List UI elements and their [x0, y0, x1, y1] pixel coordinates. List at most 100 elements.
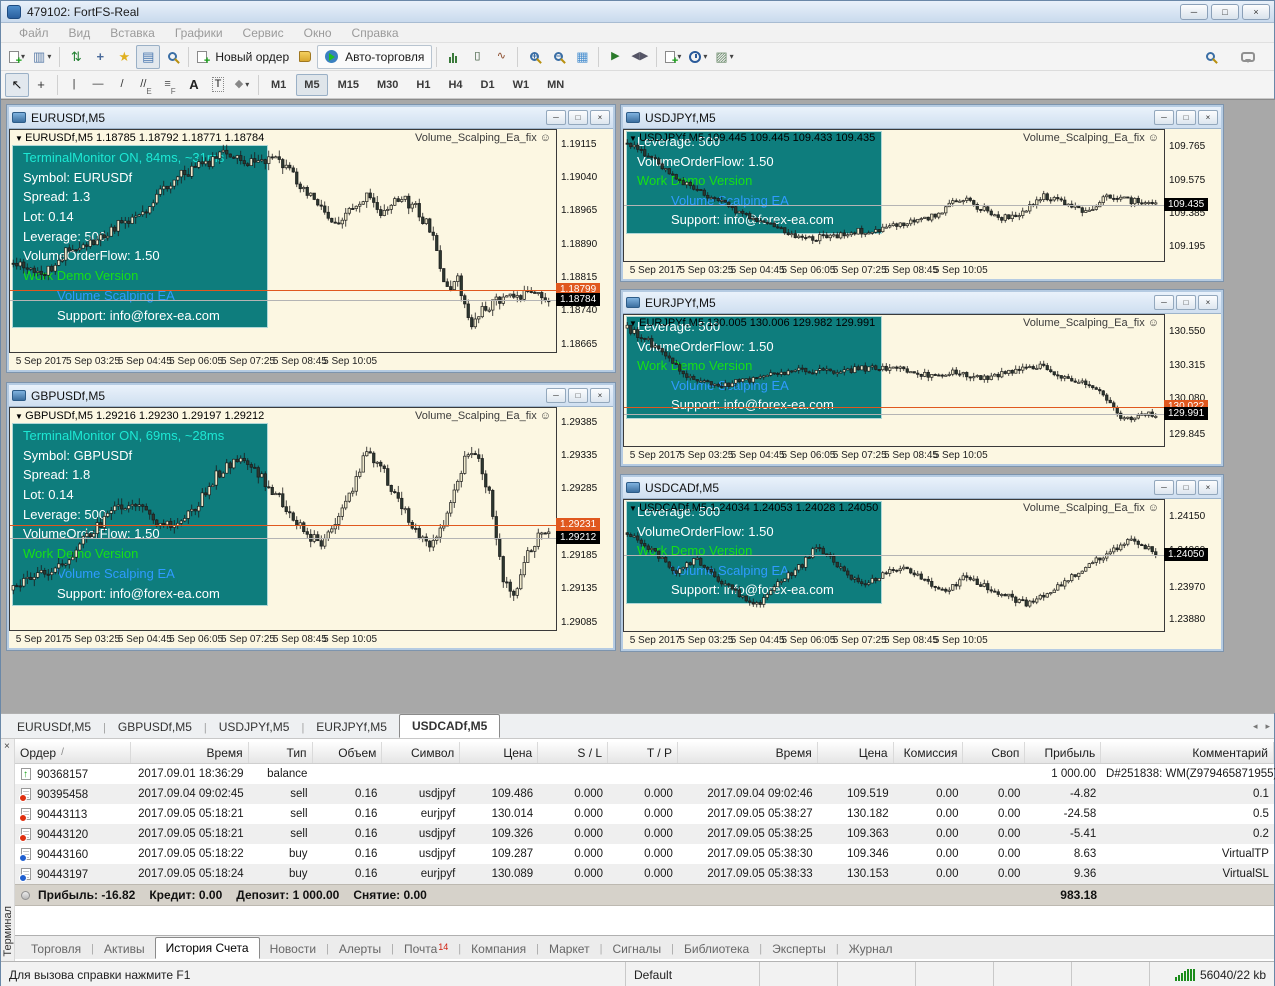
data-window-button[interactable]: +: [88, 45, 112, 69]
chart-minimize-button[interactable]: ─: [1154, 110, 1174, 125]
timeframe-button-H1[interactable]: H1: [408, 74, 438, 96]
chart-restore-button[interactable]: □: [1176, 110, 1196, 125]
chart-minimize-button[interactable]: ─: [546, 110, 566, 125]
window-close-button[interactable]: ×: [1242, 3, 1270, 20]
chart-minimize-button[interactable]: ─: [546, 388, 566, 403]
timeframe-button-M5[interactable]: M5: [296, 73, 328, 96]
crosshair-button[interactable]: +: [29, 73, 53, 97]
terminal-tab-Активы[interactable]: Активы: [94, 939, 155, 959]
new-chart-button[interactable]: ▾: [5, 45, 29, 69]
chart-window-titlebar[interactable]: USDCADf,M5 ─ □ ×: [623, 477, 1221, 499]
menu-item-Сервис[interactable]: Сервис: [233, 24, 294, 42]
column-header-time2[interactable]: Время: [678, 742, 818, 763]
menu-item-Файл[interactable]: Файл: [9, 24, 59, 42]
column-header-swap[interactable]: Своп: [963, 742, 1026, 763]
terminal-tab-Новости[interactable]: Новости: [260, 939, 326, 959]
chart-window-titlebar[interactable]: USDJPYf,M5 ─ □ ×: [623, 107, 1221, 129]
chart-close-button[interactable]: ×: [1198, 480, 1218, 495]
column-header-order[interactable]: Ордер /: [15, 742, 131, 763]
timeframe-button-M30[interactable]: M30: [369, 74, 406, 96]
chart-shift-button[interactable]: ◀▶: [627, 45, 652, 69]
new-order-button[interactable]: Новый ордер: [193, 45, 293, 69]
chart-restore-button[interactable]: □: [1176, 480, 1196, 495]
column-header-sl[interactable]: S / L: [538, 742, 609, 763]
chart-tabs-scroll-left[interactable]: ◂: [1253, 721, 1258, 732]
chart-close-button[interactable]: ×: [590, 110, 610, 125]
window-restore-button[interactable]: □: [1211, 3, 1239, 20]
text-label-button[interactable]: T: [206, 73, 230, 97]
menu-item-Графики[interactable]: Графики: [165, 24, 233, 42]
chart-plot-area[interactable]: TerminalMonitor ON, 69ms, ~28ms Symbol: G…: [9, 407, 557, 631]
chart-window-titlebar[interactable]: EURJPYf,M5 ─ □ ×: [623, 292, 1221, 314]
timeframe-button-W1[interactable]: W1: [505, 74, 538, 96]
history-row[interactable]: 90443120 2017.09.05 05:18:21 sell 0.16 usdjp…: [15, 824, 1274, 844]
chart-minimize-button[interactable]: ─: [1154, 295, 1174, 310]
terminal-tab-Журнал[interactable]: Журнал: [839, 939, 903, 959]
column-header-type[interactable]: Тип: [249, 742, 313, 763]
terminal-close-icon[interactable]: ×: [4, 741, 10, 752]
strategy-tester-button[interactable]: [160, 45, 184, 69]
terminal-tab-Библиотека[interactable]: Библиотека: [674, 939, 759, 959]
history-row[interactable]: 90443113 2017.09.05 05:18:21 sell 0.16 eurjp…: [15, 804, 1274, 824]
zoom-out-button[interactable]: −: [546, 45, 570, 69]
column-header-price[interactable]: Цена: [460, 742, 539, 763]
navigator-button[interactable]: ★: [112, 45, 136, 69]
terminal-tab-Компания[interactable]: Компания: [461, 939, 536, 959]
search-button[interactable]: [1198, 45, 1222, 69]
column-header-symbol[interactable]: Символ: [382, 742, 461, 763]
terminal-tab-Торговля[interactable]: Торговля: [21, 939, 91, 959]
auto-scroll-button[interactable]: ▶: [603, 45, 627, 69]
window-minimize-button[interactable]: ─: [1180, 3, 1208, 20]
timeframe-button-M1[interactable]: M1: [263, 74, 294, 96]
menu-item-Справка[interactable]: Справка: [342, 24, 409, 42]
chart-tab-GBPUSDf,M5[interactable]: GBPUSDf,M5: [106, 716, 204, 738]
autotrade-button[interactable]: Авто-торговля: [317, 44, 433, 69]
chart-window-titlebar[interactable]: GBPUSDf,M5 ─ □ ×: [9, 385, 613, 407]
chat-button[interactable]: [1236, 45, 1260, 69]
terminal-tab-Почта[interactable]: Почта 14: [394, 939, 458, 959]
trendline-button[interactable]: /: [110, 73, 134, 97]
chart-window-titlebar[interactable]: EURUSDf,M5 ─ □ ×: [9, 107, 613, 129]
history-table-header[interactable]: Ордер / Время Тип Объем Символ Цена S / LT / PВ…: [15, 742, 1274, 764]
vertical-line-button[interactable]: |: [62, 73, 86, 97]
history-row[interactable]: 90443160 2017.09.05 05:18:22 buy 0.16 usdjpy…: [15, 844, 1274, 864]
timeframe-button-D1[interactable]: D1: [473, 74, 503, 96]
column-header-volume[interactable]: Объем: [313, 742, 383, 763]
arrows-button[interactable]: ◆ ▾: [230, 73, 254, 97]
terminal-tab-Эксперты[interactable]: Эксперты: [762, 939, 836, 959]
text-button[interactable]: A: [182, 73, 206, 97]
bar-chart-button[interactable]: [441, 45, 465, 69]
history-row[interactable]: 90395458 2017.09.04 09:02:45 sell 0.16 usdjp…: [15, 784, 1274, 804]
horizontal-line-button[interactable]: —: [86, 73, 110, 97]
menu-item-Окно[interactable]: Окно: [294, 24, 342, 42]
metaeditor-button[interactable]: [293, 45, 317, 69]
cursor-button[interactable]: ↖: [5, 72, 29, 97]
chart-close-button[interactable]: ×: [1198, 110, 1218, 125]
column-header-time[interactable]: Время: [131, 742, 249, 763]
history-row[interactable]: 90368157 2017.09.01 18:36:29 balance 1 000.…: [15, 764, 1275, 784]
column-header-comment[interactable]: Комментарий: [1101, 742, 1274, 763]
zoom-in-button[interactable]: +: [522, 45, 546, 69]
chart-tab-EURJPYf,M5[interactable]: EURJPYf,M5: [304, 716, 399, 738]
terminal-button[interactable]: ▤: [136, 44, 161, 69]
templates-button[interactable]: ▨ ▾: [711, 45, 737, 69]
chart-plot-area[interactable]: Leverage: 500 VolumeOrderFlow: 1.50 Work D…: [623, 499, 1165, 632]
chart-tabs-scroll-right[interactable]: ▸: [1265, 721, 1270, 732]
column-header-price2[interactable]: Цена: [818, 742, 894, 763]
terminal-tab-Сигналы[interactable]: Сигналы: [602, 939, 671, 959]
chart-restore-button[interactable]: □: [568, 388, 588, 403]
column-header-tp[interactable]: T / P: [608, 742, 678, 763]
chart-plot-area[interactable]: Leverage: 500 VolumeOrderFlow: 1.50 Work D…: [623, 129, 1165, 262]
terminal-tab-Маркет[interactable]: Маркет: [539, 939, 600, 959]
market-watch-button[interactable]: ⇅: [64, 45, 88, 69]
menu-item-Вставка[interactable]: Вставка: [100, 24, 165, 42]
chart-plot-area[interactable]: Leverage: 500 VolumeOrderFlow: 1.50 Work D…: [623, 314, 1165, 447]
profiles-button[interactable]: ▥ ▾: [29, 45, 55, 69]
column-header-profit[interactable]: Прибыль: [1025, 742, 1102, 763]
chart-tab-USDCADf,M5[interactable]: USDCADf,M5: [398, 714, 501, 738]
chart-restore-button[interactable]: □: [568, 110, 588, 125]
fibonacci-button[interactable]: ≡ F: [158, 73, 182, 97]
window-titlebar[interactable]: 479102: FortFS-Real ─ □ ×: [1, 1, 1274, 23]
chart-tab-USDJPYf,M5[interactable]: USDJPYf,M5: [207, 716, 302, 738]
indicators-button[interactable]: ▾: [661, 45, 685, 69]
